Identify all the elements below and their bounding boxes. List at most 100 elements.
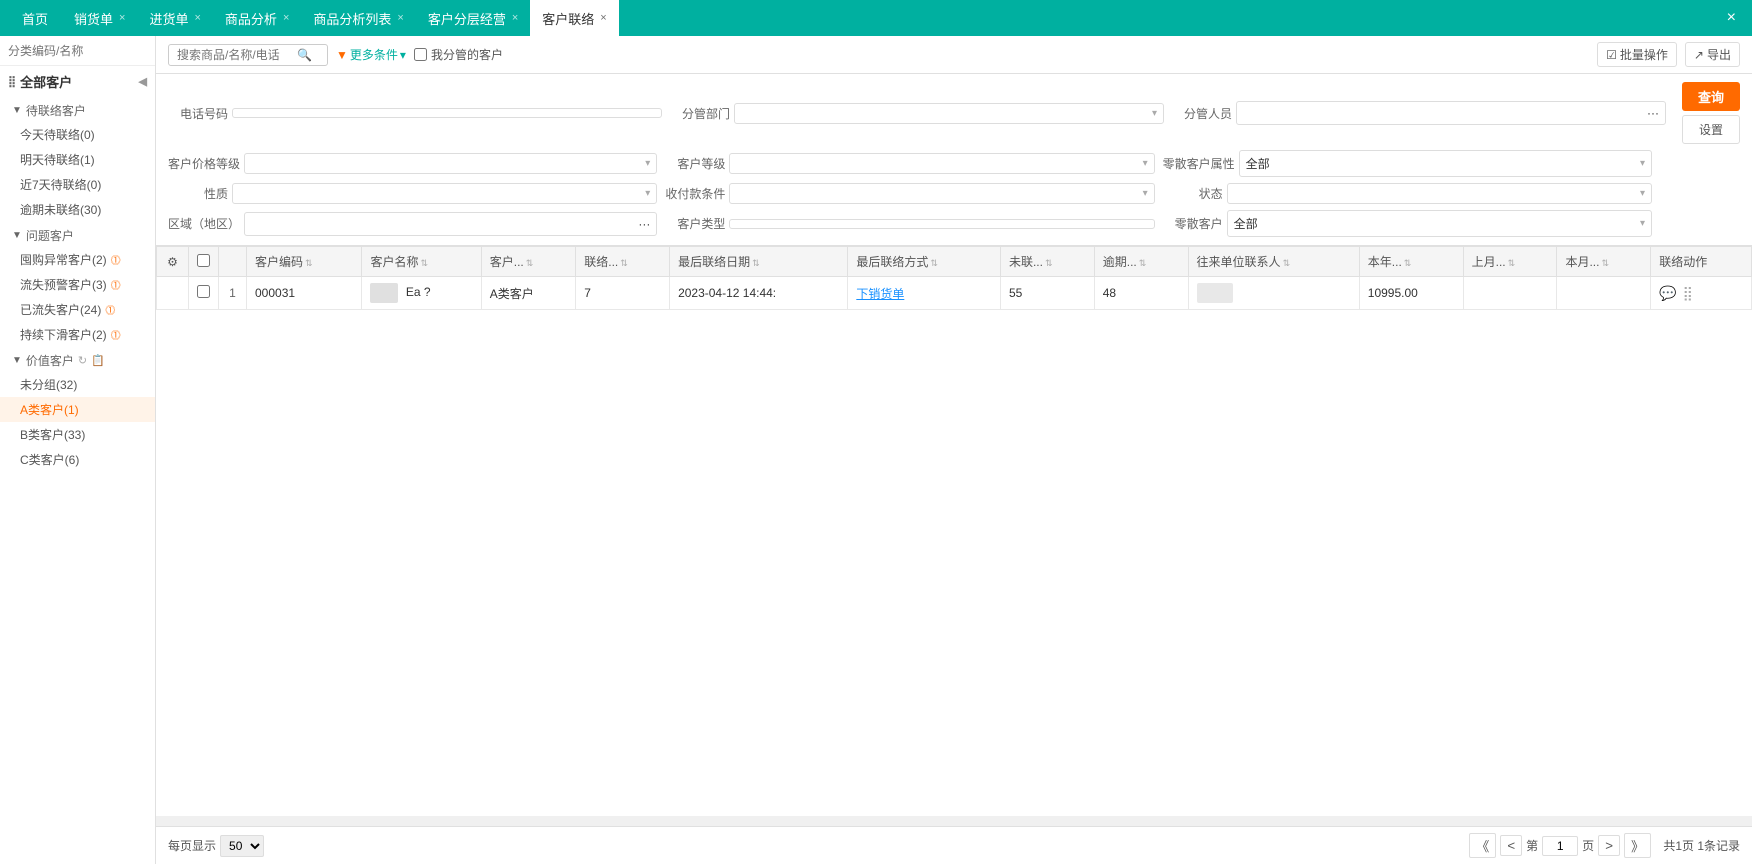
search-icon[interactable]: 🔍 <box>297 48 312 62</box>
person-select[interactable]: ··· <box>1236 101 1666 125</box>
sort-nocontact[interactable]: ⇅ <box>1045 258 1053 268</box>
col-customer-code[interactable]: 客户编码⇅ <box>247 247 362 277</box>
close-customer-segment-tab[interactable]: × <box>512 12 518 24</box>
nav-tab-customer-segment[interactable]: 客户分层经营 × <box>416 0 530 36</box>
nav-home[interactable]: 首页 <box>8 9 62 28</box>
collapse-sidebar-btn[interactable]: ◀ <box>139 75 147 88</box>
sidebar-item-7days[interactable]: 近7天待联络(0) <box>0 172 155 197</box>
sort-type[interactable]: ⇅ <box>526 258 534 268</box>
search-box[interactable]: 🔍 <box>168 44 328 66</box>
nav-tab-customer-contact[interactable]: 客户联络 × <box>530 0 618 36</box>
close-sales-tab[interactable]: × <box>119 12 125 24</box>
payment-select[interactable]: ▾ <box>729 183 1154 204</box>
col-this-year[interactable]: 本年...⇅ <box>1359 247 1463 277</box>
sidebar-item-today[interactable]: 今天待联络(0) <box>0 122 155 147</box>
sidebar-search-input[interactable] <box>8 44 156 58</box>
nav-last-btn[interactable]: 》 <box>1624 833 1651 858</box>
sidebar-item-ungrouped[interactable]: 未分组(32) <box>0 372 155 397</box>
sidebar-item-b-class[interactable]: B类客户(33) <box>0 422 155 447</box>
row-check[interactable] <box>197 285 210 298</box>
sidebar-group-pending[interactable]: ▼ 待联络客户 <box>0 97 155 122</box>
add-group-icon[interactable]: 📋 <box>91 354 105 367</box>
retail-attr-select[interactable]: 全部▾ <box>1239 150 1652 177</box>
my-customers-checkbox[interactable]: 我分管的客户 <box>414 46 503 63</box>
my-customers-check[interactable] <box>414 48 427 61</box>
sort-code[interactable]: ⇅ <box>305 258 313 268</box>
nav-tab-purchase[interactable]: 进货单 × <box>137 0 212 36</box>
sort-method[interactable]: ⇅ <box>930 258 938 268</box>
sort-lastmonth[interactable]: ⇅ <box>1508 258 1516 268</box>
sort-thismonth[interactable]: ⇅ <box>1601 258 1609 268</box>
sort-company[interactable]: ⇅ <box>1283 258 1291 268</box>
export-btn[interactable]: ↗ 导出 <box>1685 42 1740 67</box>
close-product-list-tab[interactable]: × <box>397 12 403 24</box>
search-input[interactable] <box>177 48 297 62</box>
col-overdue[interactable]: 逾期...⇅ <box>1094 247 1188 277</box>
nav-prev-btn[interactable]: < <box>1500 835 1522 856</box>
col-settings[interactable]: ⚙ <box>157 247 189 277</box>
nav-tab-product-analysis[interactable]: 商品分析 × <box>213 0 301 36</box>
price-level-select[interactable]: ▾ <box>244 153 657 174</box>
batch-ops-btn[interactable]: ☑ 批量操作 <box>1597 42 1677 67</box>
row-customer-name[interactable]: Ea ? <box>362 277 481 310</box>
sidebar-group-value[interactable]: ▼ 价值客户 ↻ 📋 <box>0 347 155 372</box>
nature-select[interactable]: ▾ <box>232 183 657 204</box>
sidebar-item-tomorrow[interactable]: 明天待联络(1) <box>0 147 155 172</box>
sidebar-item-c-class[interactable]: C类客户(6) <box>0 447 155 472</box>
col-customer-name[interactable]: 客户名称⇅ <box>362 247 481 277</box>
sidebar-search-box[interactable]: 🔍 <box>0 36 155 66</box>
customer-level-select[interactable]: ▾ <box>729 153 1154 174</box>
filter-payment: 收付款条件 ▾ <box>665 183 1154 204</box>
col-last-contact-method[interactable]: 最后联络方式⇅ <box>848 247 1001 277</box>
col-contact[interactable]: 联络...⇅ <box>576 247 670 277</box>
col-last-month[interactable]: 上月...⇅ <box>1463 247 1557 277</box>
sort-contact[interactable]: ⇅ <box>620 258 628 268</box>
chevron-nature: ▾ <box>645 188 650 199</box>
close-customer-contact-tab[interactable]: × <box>600 12 606 24</box>
all-customers-header[interactable]: ⣿ 全部客户 ◀ <box>0 66 155 97</box>
row-last-contact-method[interactable]: 下销货单 <box>848 277 1001 310</box>
col-checkbox[interactable] <box>189 247 219 277</box>
select-all-checkbox[interactable] <box>197 254 210 267</box>
sidebar-item-a-class[interactable]: A类客户(1) <box>0 397 155 422</box>
col-customer-type[interactable]: 客户...⇅ <box>481 247 576 277</box>
sort-name[interactable]: ⇅ <box>420 258 428 268</box>
nav-first-btn[interactable]: 《 <box>1469 833 1496 858</box>
sidebar-item-hoarding[interactable]: 囤购异常客户(2) ⓵ <box>0 247 155 272</box>
row-customer-code[interactable]: 000031 <box>247 277 362 310</box>
query-btn[interactable]: 查询 <box>1682 82 1740 111</box>
close-all-tabs[interactable]: × <box>1719 5 1744 31</box>
sidebar-item-churning[interactable]: 流失预警客户(3) ⓵ <box>0 272 155 297</box>
sort-date[interactable]: ⇅ <box>752 258 760 268</box>
close-product-analysis-tab[interactable]: × <box>283 12 289 24</box>
page-input[interactable] <box>1542 836 1578 856</box>
action-message-icon[interactable]: 💬 <box>1659 285 1676 302</box>
more-conditions-btn[interactable]: ▼ 更多条件 ▾ <box>336 46 406 63</box>
retail-select[interactable]: 全部▾ <box>1227 210 1652 237</box>
sidebar-item-declining[interactable]: 持续下滑客户(2) ⓵ <box>0 322 155 347</box>
horizontal-scrollbar[interactable] <box>156 816 1752 826</box>
col-no-contact[interactable]: 未联...⇅ <box>1000 247 1094 277</box>
dept-select[interactable]: ▾ <box>734 103 1164 124</box>
close-purchase-tab[interactable]: × <box>194 12 200 24</box>
sort-thisyear[interactable]: ⇅ <box>1404 258 1412 268</box>
status-select[interactable]: ▾ <box>1227 183 1652 204</box>
region-select[interactable]: ··· <box>244 212 657 236</box>
row-checkbox[interactable] <box>189 277 219 310</box>
action-qr-icon[interactable]: ⣿ <box>1683 285 1693 302</box>
sidebar-item-overdue[interactable]: 逾期未联络(30) <box>0 197 155 222</box>
col-company-contact[interactable]: 往来单位联系人⇅ <box>1188 247 1359 277</box>
per-page-select[interactable]: 50 <box>220 835 264 857</box>
phone-input[interactable] <box>232 108 662 118</box>
sort-overdue[interactable]: ⇅ <box>1139 258 1147 268</box>
sidebar-item-churned[interactable]: 已流失客户(24) ⓵ <box>0 297 155 322</box>
col-this-month[interactable]: 本月...⇅ <box>1557 247 1651 277</box>
nav-tab-sales[interactable]: 销货单 × <box>62 0 137 36</box>
refresh-icon[interactable]: ↻ <box>78 354 87 367</box>
nav-next-btn[interactable]: > <box>1598 835 1620 856</box>
col-last-contact-date[interactable]: 最后联络日期⇅ <box>670 247 848 277</box>
customer-type-input[interactable] <box>729 219 1154 229</box>
sidebar-group-problem[interactable]: ▼ 问题客户 <box>0 222 155 247</box>
nav-tab-product-list[interactable]: 商品分析列表 × <box>301 0 415 36</box>
settings-btn[interactable]: 设置 <box>1682 115 1740 144</box>
